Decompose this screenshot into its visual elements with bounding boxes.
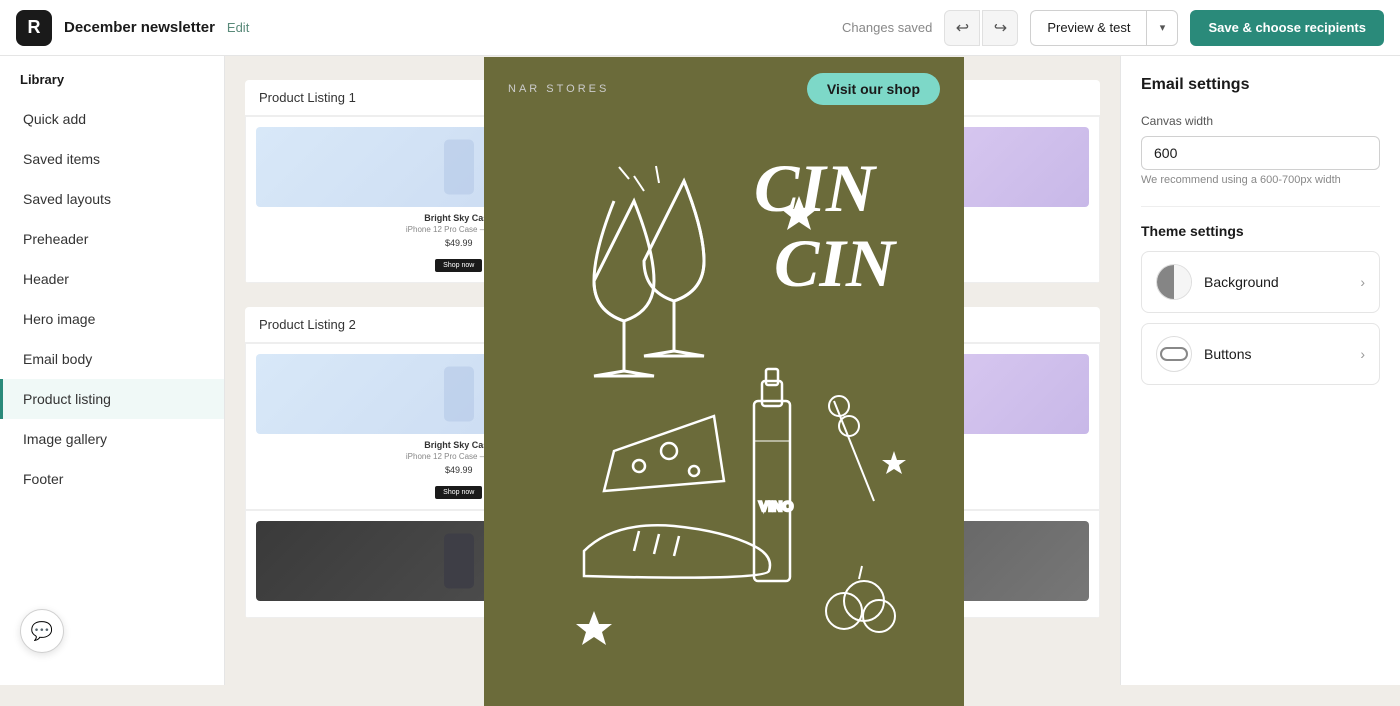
sidebar-item-preheader[interactable]: Preheader (0, 219, 224, 259)
preview-group: Preview & test ▾ (1030, 10, 1178, 46)
sidebar-item-email-body[interactable]: Email body (0, 339, 224, 379)
product-price-1: $49.99 (256, 238, 662, 248)
product-card-purple-2: Purple Sky Case iPhone 12 Pro Max Case —… (673, 343, 1101, 510)
background-icon (1156, 264, 1192, 300)
redo-button[interactable]: ↪ (982, 10, 1018, 46)
preview-test-button[interactable]: Preview & test (1030, 10, 1146, 46)
product-price-2: $49.99 (684, 238, 1090, 248)
product-btn-2[interactable]: Shop now (863, 259, 910, 272)
product-desc-2: iPhone 12 Pro Max Case — Slim (684, 225, 1090, 234)
canvas-width-label: Canvas width (1141, 114, 1380, 128)
product-desc-3: iPhone 12 Pro Case — Tough (256, 452, 662, 461)
product-listing-2-header: Product Listing 2 (245, 307, 1100, 343)
product-name-1: Bright Sky Case (256, 213, 662, 223)
settings-divider (1141, 206, 1380, 207)
sidebar-item-image-gallery[interactable]: Image gallery (0, 419, 224, 459)
product-card-dark-2 (673, 510, 1101, 618)
phone-shape-dark-1 (444, 534, 474, 589)
canvas-area: Product Listing 1 Bright Sky Case iPhone… (225, 56, 1120, 685)
sidebar-item-hero-image[interactable]: Hero image (0, 299, 224, 339)
background-theme-item[interactable]: Background › (1141, 251, 1380, 313)
chat-icon: 💬 (31, 621, 53, 642)
product-card-blue-2: Bright Sky Case iPhone 12 Pro Case — Tou… (245, 343, 673, 510)
product-listing-1: Product Listing 1 Bright Sky Case iPhone… (245, 80, 1100, 283)
topbar: R December newsletter Edit Changes saved… (0, 0, 1400, 56)
background-theme-left: Background (1156, 264, 1279, 300)
saved-status: Changes saved (842, 20, 932, 35)
chat-button[interactable]: 💬 (20, 609, 64, 653)
phone-shape-purple (871, 140, 901, 195)
edit-link[interactable]: Edit (227, 20, 249, 35)
product-img-dark-2 (684, 521, 1090, 601)
buttons-icon (1156, 336, 1192, 372)
undo-button[interactable]: ↩ (944, 10, 980, 46)
right-sidebar: Email settings Canvas width We recommend… (1120, 56, 1400, 685)
product-name-4: Purple Sky Case (684, 440, 1090, 450)
save-recipients-button[interactable]: Save & choose recipients (1190, 10, 1384, 46)
product-grid-1: Bright Sky Case iPhone 12 Pro Case — Tou… (245, 116, 1100, 283)
product-price-3: $49.99 (256, 465, 662, 475)
main-layout: Library Quick add Saved items Saved layo… (0, 56, 1400, 685)
canvas-width-hint: We recommend using a 600-700px width (1141, 174, 1380, 186)
left-sidebar: Library Quick add Saved items Saved layo… (0, 56, 225, 685)
product-card-blue: Bright Sky Case iPhone 12 Pro Case — Tou… (245, 116, 673, 283)
product-desc-4: iPhone 12 Pro Max Case — Slim (684, 452, 1090, 461)
sidebar-item-header[interactable]: Header (0, 259, 224, 299)
product-img-purple (684, 127, 1090, 207)
undo-redo-group: ↩ ↪ (944, 10, 1018, 46)
product-name-2: Purple Sky Case (684, 213, 1090, 223)
sidebar-item-footer[interactable]: Footer (0, 459, 224, 499)
product-btn-3[interactable]: Shop now (435, 486, 482, 499)
background-label: Background (1204, 274, 1279, 290)
phone-shape-blue-2 (444, 367, 474, 422)
product-img-purple-2 (684, 354, 1090, 434)
product-price-4: $49.99 (684, 465, 1090, 475)
email-settings-title: Email settings (1141, 76, 1380, 94)
product-img-blue-2 (256, 354, 662, 434)
logo-text: R (28, 17, 41, 38)
background-chevron-icon: › (1360, 274, 1365, 290)
product-grid-2: Bright Sky Case iPhone 12 Pro Case — Tou… (245, 343, 1100, 618)
sidebar-item-saved-layouts[interactable]: Saved layouts (0, 179, 224, 219)
phone-shape-blue (444, 140, 474, 195)
product-listing-2: Product Listing 2 Bright Sky Case iPhone… (245, 307, 1100, 618)
buttons-theme-item[interactable]: Buttons › (1141, 323, 1380, 385)
product-card-dark-1 (245, 510, 673, 618)
preview-caret-button[interactable]: ▾ (1146, 10, 1178, 46)
phone-shape-dark-2 (871, 534, 901, 589)
app-logo: R (16, 10, 52, 46)
buttons-chevron-icon: › (1360, 346, 1365, 362)
product-img-blue (256, 127, 662, 207)
product-listing-1-header: Product Listing 1 (245, 80, 1100, 116)
product-name-3: Bright Sky Case (256, 440, 662, 450)
page-title: December newsletter (64, 19, 215, 36)
library-title: Library (0, 72, 224, 99)
buttons-label: Buttons (1204, 346, 1251, 362)
product-desc-1: iPhone 12 Pro Case — Tough (256, 225, 662, 234)
product-card-purple: Purple Sky Case iPhone 12 Pro Max Case —… (673, 116, 1101, 283)
phone-shape-purple-2 (871, 367, 901, 422)
canvas-width-input[interactable] (1141, 136, 1380, 170)
sidebar-item-quick-add[interactable]: Quick add (0, 99, 224, 139)
sidebar-item-saved-items[interactable]: Saved items (0, 139, 224, 179)
theme-settings-title: Theme settings (1141, 223, 1380, 239)
product-btn-4[interactable]: Shop now (863, 486, 910, 499)
buttons-theme-left: Buttons (1156, 336, 1251, 372)
sidebar-item-product-listing[interactable]: Product listing (0, 379, 224, 419)
product-btn-1[interactable]: Shop now (435, 259, 482, 272)
button-shape-icon (1160, 347, 1188, 361)
product-img-dark-1 (256, 521, 662, 601)
